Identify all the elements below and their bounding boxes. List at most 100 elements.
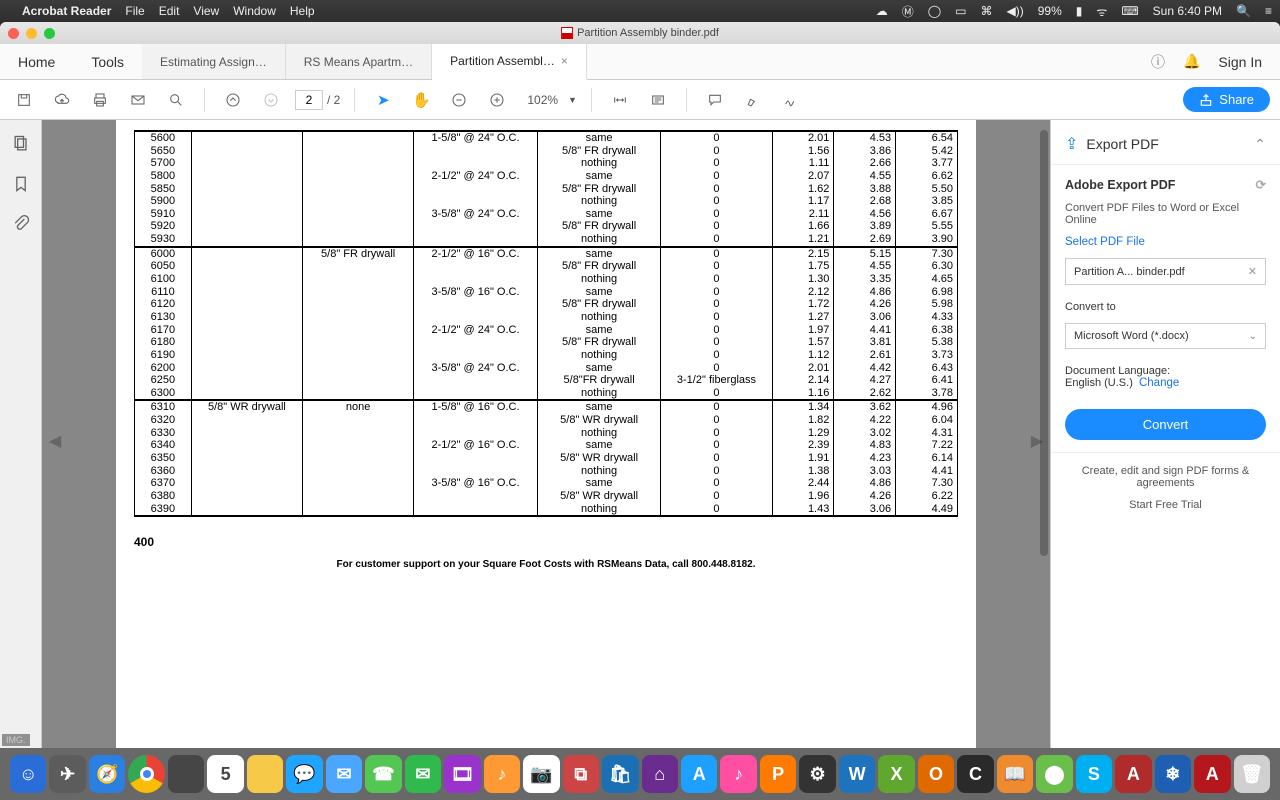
dock-app[interactable]: 5 xyxy=(207,755,243,793)
zoom-dropdown-icon[interactable]: ▼ xyxy=(568,95,577,105)
dock-app[interactable]: ❄ xyxy=(1155,755,1191,793)
hand-icon[interactable]: ✋ xyxy=(407,86,435,114)
save-icon[interactable] xyxy=(10,86,38,114)
zoom-button[interactable] xyxy=(44,28,55,39)
minimize-button[interactable] xyxy=(26,28,37,39)
help-icon[interactable]: ⓘ xyxy=(1151,52,1165,72)
menu-file[interactable]: File xyxy=(125,4,144,18)
shield-icon[interactable]: ◯ xyxy=(928,4,941,18)
cloud-sync-icon[interactable]: ⟳ xyxy=(1256,177,1266,192)
dock-app[interactable]: ♪ xyxy=(720,755,756,793)
highlight-icon[interactable] xyxy=(739,86,767,114)
dock-app[interactable]: 🎞 xyxy=(444,755,480,793)
collapse-chevron-icon[interactable]: ⌃ xyxy=(1254,136,1266,153)
dock-app[interactable]: O xyxy=(918,755,954,793)
zoom-out-icon[interactable] xyxy=(445,86,473,114)
app-name[interactable]: Acrobat Reader xyxy=(22,4,111,18)
dock-app[interactable]: C xyxy=(957,755,993,793)
dock-app[interactable]: ☎ xyxy=(365,755,401,793)
dock-app[interactable]: ⌂ xyxy=(642,755,678,793)
bluetooth-icon[interactable]: ⌘ xyxy=(980,4,992,18)
sign-in-button[interactable]: Sign In xyxy=(1218,54,1262,70)
dock-app[interactable]: ♪ xyxy=(484,755,520,793)
scrollbar-thumb[interactable] xyxy=(1040,130,1048,556)
prev-page-chevron[interactable]: ◀ xyxy=(48,434,62,448)
dock-app[interactable] xyxy=(247,755,283,793)
scrollbar[interactable] xyxy=(1040,130,1048,738)
spotlight-icon[interactable]: 🔍 xyxy=(1236,4,1251,18)
dock-app[interactable]: ☺ xyxy=(10,755,46,793)
dock-app[interactable]: 📷 xyxy=(523,755,559,793)
left-nav-rail xyxy=(0,120,42,748)
dock-app[interactable]: W xyxy=(839,755,875,793)
dock-app[interactable]: ✉ xyxy=(405,755,441,793)
zoom-in-icon[interactable] xyxy=(483,86,511,114)
page-input[interactable] xyxy=(295,90,323,110)
thumbnails-icon[interactable] xyxy=(11,134,31,154)
page-down-icon[interactable] xyxy=(257,86,285,114)
bell-icon[interactable]: 🔔 xyxy=(1183,53,1200,70)
doc-tab-2[interactable]: Partition Assembl…× xyxy=(432,44,587,80)
home-button[interactable]: Home xyxy=(0,44,73,79)
comment-icon[interactable] xyxy=(701,86,729,114)
dock-app[interactable]: 🗑 xyxy=(1234,755,1270,793)
close-button[interactable] xyxy=(8,28,19,39)
attachment-icon[interactable] xyxy=(11,214,31,234)
dock-app[interactable]: ✈ xyxy=(49,755,85,793)
menu-icon[interactable]: ≡ xyxy=(1265,4,1272,18)
dock-app[interactable]: ⚙ xyxy=(799,755,835,793)
remove-file-icon[interactable]: ✕ xyxy=(1248,265,1257,278)
read-mode-icon[interactable] xyxy=(644,86,672,114)
search-icon[interactable] xyxy=(162,86,190,114)
zoom-value[interactable]: 102% xyxy=(521,91,564,109)
volume-icon[interactable]: ◀)) xyxy=(1006,4,1023,18)
bookmark-icon[interactable] xyxy=(11,174,31,194)
dock-app[interactable]: ⧉ xyxy=(563,755,599,793)
start-trial-link[interactable]: Start Free Trial xyxy=(1065,499,1266,511)
dock-app[interactable] xyxy=(168,755,204,793)
menu-edit[interactable]: Edit xyxy=(159,4,180,18)
dock-app[interactable]: S xyxy=(1076,755,1112,793)
dock-app[interactable]: A xyxy=(1115,755,1151,793)
wifi-icon[interactable]: ᯤ xyxy=(1096,3,1107,20)
sign-icon[interactable] xyxy=(777,86,805,114)
selected-file-field[interactable]: Partition A... binder.pdf ✕ xyxy=(1065,258,1266,285)
page-total: / 2 xyxy=(327,93,340,107)
change-lang-link[interactable]: Change xyxy=(1139,377,1179,389)
clock[interactable]: Sun 6:40 PM xyxy=(1153,4,1222,18)
close-tab-icon[interactable]: × xyxy=(561,54,568,68)
dock-app[interactable]: P xyxy=(760,755,796,793)
cloud-icon[interactable]: ☁ xyxy=(876,4,888,18)
dock-app[interactable]: 🛍 xyxy=(602,755,638,793)
display-icon[interactable]: ▭ xyxy=(955,4,966,18)
print-icon[interactable] xyxy=(86,86,114,114)
cloud-upload-icon[interactable] xyxy=(48,86,76,114)
dock-app[interactable]: A xyxy=(681,755,717,793)
select-file-link[interactable]: Select PDF File xyxy=(1065,236,1266,248)
tools-button[interactable]: Tools xyxy=(73,44,142,79)
page-up-icon[interactable] xyxy=(219,86,247,114)
document-viewport[interactable]: ◀ 56001-5/8" @ 24" O.C.same02.014.536.54… xyxy=(42,120,1050,748)
export-pdf-header[interactable]: Export PDF xyxy=(1086,136,1158,152)
dock-app[interactable] xyxy=(128,755,164,793)
share-button[interactable]: Share xyxy=(1183,87,1270,112)
dock-app[interactable]: 🧭 xyxy=(89,755,125,793)
pointer-icon[interactable]: ➤ xyxy=(369,86,397,114)
dock-app[interactable]: A xyxy=(1194,755,1230,793)
doc-tab-0[interactable]: Estimating Assign… xyxy=(142,44,286,79)
m-icon[interactable]: Ⓜ xyxy=(902,3,914,20)
dock-app[interactable]: ✉ xyxy=(326,755,362,793)
mail-icon[interactable] xyxy=(124,86,152,114)
format-select[interactable]: Microsoft Word (*.docx) ⌄ xyxy=(1065,323,1266,349)
menu-window[interactable]: Window xyxy=(233,4,276,18)
menu-view[interactable]: View xyxy=(193,4,219,18)
dock-app[interactable]: X xyxy=(878,755,914,793)
dock-app[interactable]: 💬 xyxy=(286,755,322,793)
keyboard-icon[interactable]: ⌨ xyxy=(1121,4,1138,18)
menu-help[interactable]: Help xyxy=(290,4,315,18)
dock-app[interactable]: ⬤ xyxy=(1036,755,1072,793)
doc-tab-1[interactable]: RS Means Apartm… xyxy=(286,44,432,79)
convert-button[interactable]: Convert xyxy=(1065,409,1266,440)
fit-width-icon[interactable] xyxy=(606,86,634,114)
dock-app[interactable]: 📖 xyxy=(997,755,1033,793)
